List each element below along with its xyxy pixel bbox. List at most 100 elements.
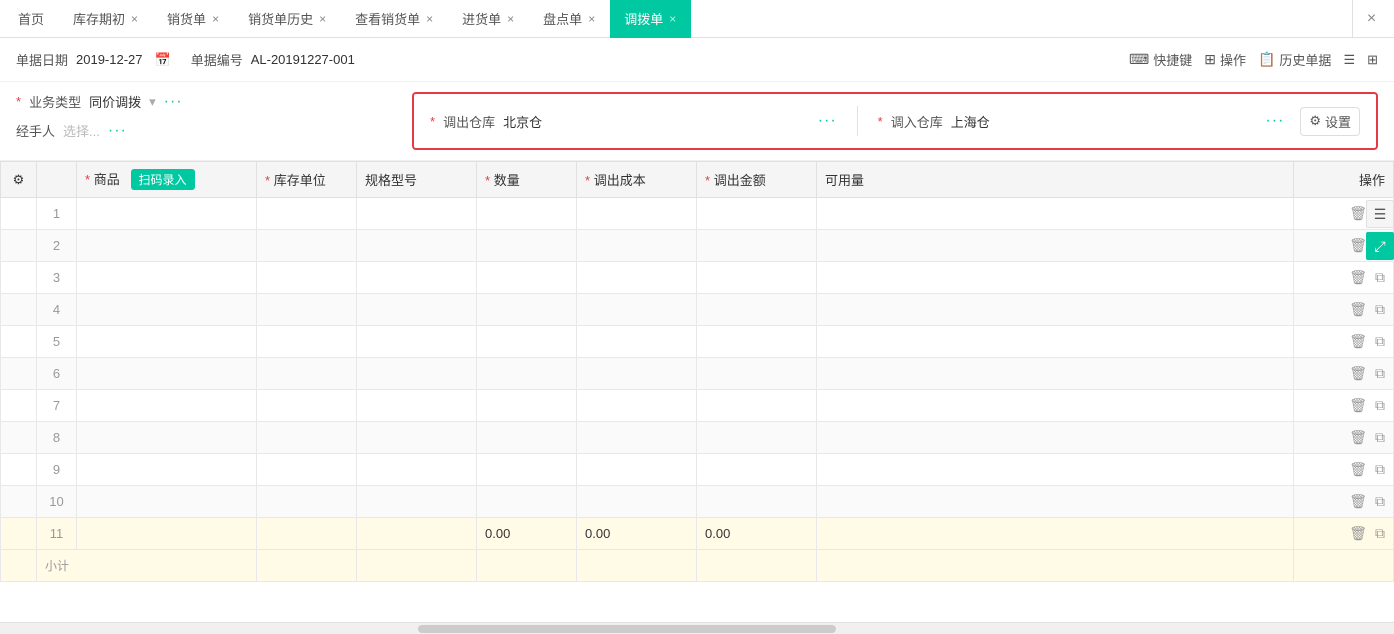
delete-icon[interactable]: 🗑 xyxy=(1349,525,1367,542)
col-unit: * 库存单位 xyxy=(257,162,357,198)
layout-list-button[interactable]: ☰ xyxy=(1343,52,1355,68)
tab-transfer-label: 调拨单 xyxy=(624,9,663,28)
delete-icon[interactable]: 🗑 xyxy=(1349,269,1367,286)
tab-inventory-check-label: 盘点单 xyxy=(543,9,582,28)
scrollbar-thumb[interactable] xyxy=(418,625,836,633)
layout-grid-button[interactable]: ⊞ xyxy=(1367,52,1378,68)
operation-label: 操作 xyxy=(1220,50,1246,69)
form-area: * 业务类型 同价调拨 ▾ ··· 经手人 选择... ··· * 调出仓库 北… xyxy=(0,82,1394,161)
table-row: 8 🗑⧉ xyxy=(1,422,1394,454)
scan-button[interactable]: 扫码录入 xyxy=(131,169,195,190)
tab-view-sales-label: 查看销货单 xyxy=(355,9,420,28)
delete-icon[interactable]: 🗑 xyxy=(1349,333,1367,350)
row-1-available xyxy=(817,198,1294,230)
chevron-down-icon[interactable]: ▾ xyxy=(149,94,156,110)
tab-inventory-init-label: 库存期初 xyxy=(73,9,125,28)
row-1-amount[interactable] xyxy=(697,198,817,230)
calendar-icon[interactable]: 📅 xyxy=(155,52,171,68)
close-icon[interactable]: × xyxy=(131,12,138,26)
warehouse-in-value[interactable]: 上海仓 xyxy=(951,112,990,131)
shortcut-button[interactable]: ⌨ 快捷键 xyxy=(1129,50,1192,69)
copy-icon[interactable]: ⧉ xyxy=(1375,333,1385,350)
close-icon[interactable]: × xyxy=(507,12,514,26)
table-header: ⚙ * 商品 扫码录入 * 库存单位 规格型 xyxy=(1,162,1394,198)
copy-icon[interactable]: ⧉ xyxy=(1375,269,1385,286)
row-2-spec[interactable] xyxy=(357,230,477,262)
warehouse-in-more-icon[interactable]: ··· xyxy=(1265,112,1284,130)
history-button[interactable]: 📋 历史单据 xyxy=(1258,50,1331,69)
delete-icon[interactable]: 🗑 xyxy=(1349,237,1367,254)
warehouse-divider xyxy=(857,106,858,136)
right-tool-expand-button[interactable]: ⤢ xyxy=(1366,232,1394,260)
tab-transfer[interactable]: 调拨单 × xyxy=(610,0,691,38)
doc-no-value: AL-20191227-001 xyxy=(251,52,355,67)
right-tool-list-button[interactable]: ☰ xyxy=(1366,200,1394,228)
main-content: ⚙ * 商品 扫码录入 * 库存单位 规格型 xyxy=(0,161,1394,634)
col-gear[interactable]: ⚙ xyxy=(1,162,37,198)
right-tools: ☰ ⤢ xyxy=(1366,200,1394,260)
col-unit-label: 库存单位 xyxy=(274,173,326,188)
warehouse-in-section: * 调入仓库 上海仓 ··· xyxy=(878,112,1285,131)
row-2-unit[interactable] xyxy=(257,230,357,262)
copy-icon[interactable]: ⧉ xyxy=(1375,525,1385,542)
row-2-amount[interactable] xyxy=(697,230,817,262)
tab-sales-history[interactable]: 销货单历史 × xyxy=(234,0,341,38)
delete-icon[interactable]: 🗑 xyxy=(1349,205,1367,222)
close-icon[interactable]: × xyxy=(588,12,595,26)
tab-home[interactable]: 首页 xyxy=(4,0,59,38)
handler-placeholder[interactable]: 选择... xyxy=(63,121,100,140)
subtotal-row: 11 0.00 0.00 0.00 🗑⧉ xyxy=(1,518,1394,550)
window-close-button[interactable]: × xyxy=(1352,0,1390,38)
table-container: ⚙ * 商品 扫码录入 * 库存单位 规格型 xyxy=(0,161,1394,622)
copy-icon[interactable]: ⧉ xyxy=(1375,461,1385,478)
delete-icon[interactable]: 🗑 xyxy=(1349,493,1367,510)
row-1-qty[interactable] xyxy=(477,198,577,230)
close-icon[interactable]: × xyxy=(212,12,219,26)
delete-icon[interactable]: 🗑 xyxy=(1349,429,1367,446)
delete-icon[interactable]: 🗑 xyxy=(1349,397,1367,414)
handler-more-icon[interactable]: ··· xyxy=(108,122,127,140)
row-2-cost[interactable] xyxy=(577,230,697,262)
close-icon[interactable]: × xyxy=(426,12,433,26)
col-row-num xyxy=(37,162,77,198)
copy-icon[interactable]: ⧉ xyxy=(1375,365,1385,382)
copy-icon[interactable]: ⧉ xyxy=(1375,429,1385,446)
col-spec: 规格型号 xyxy=(357,162,477,198)
delete-icon[interactable]: 🗑 xyxy=(1349,461,1367,478)
col-available: 可用量 xyxy=(817,162,1294,198)
date-field: 单据日期 2019-12-27 📅 xyxy=(16,50,171,69)
col-action: 操作 xyxy=(1294,162,1394,198)
more-options-icon[interactable]: ··· xyxy=(164,93,183,111)
horizontal-scrollbar[interactable] xyxy=(0,622,1394,634)
row-11-num: 11 xyxy=(37,518,77,550)
delete-icon[interactable]: 🗑 xyxy=(1349,365,1367,382)
tab-sales-order[interactable]: 销货单 × xyxy=(153,0,234,38)
business-type-value[interactable]: 同价调拨 xyxy=(89,92,141,111)
warehouse-out-value[interactable]: 北京仓 xyxy=(503,112,542,131)
row-1-unit[interactable] xyxy=(257,198,357,230)
row-1-spec[interactable] xyxy=(357,198,477,230)
copy-icon[interactable]: ⧉ xyxy=(1375,397,1385,414)
tab-inventory-check[interactable]: 盘点单 × xyxy=(529,0,610,38)
col-amount: * 调出金额 xyxy=(697,162,817,198)
close-icon[interactable]: × xyxy=(319,12,326,26)
operation-button[interactable]: ⊞ 操作 xyxy=(1204,50,1246,69)
warehouse-out-more-icon[interactable]: ··· xyxy=(818,112,837,130)
settings-button[interactable]: ⚙ 设置 xyxy=(1300,107,1360,136)
tab-inventory-init[interactable]: 库存期初 × xyxy=(59,0,153,38)
close-icon[interactable]: × xyxy=(669,12,676,26)
row-2-qty[interactable] xyxy=(477,230,577,262)
copy-icon[interactable]: ⧉ xyxy=(1375,301,1385,318)
row-1-product[interactable] xyxy=(77,198,257,230)
row-2-product[interactable] xyxy=(77,230,257,262)
tab-purchase[interactable]: 进货单 × xyxy=(448,0,529,38)
col-qty-label: 数量 xyxy=(494,173,520,188)
table-row: 6 🗑⧉ xyxy=(1,358,1394,390)
row-1-cost[interactable] xyxy=(577,198,697,230)
required-star-in: * xyxy=(878,114,883,129)
delete-icon[interactable]: 🗑 xyxy=(1349,301,1367,318)
tab-view-sales[interactable]: 查看销货单 × xyxy=(341,0,448,38)
operation-icon: ⊞ xyxy=(1204,51,1216,68)
col-product-label: 商品 xyxy=(94,172,120,187)
copy-icon[interactable]: ⧉ xyxy=(1375,493,1385,510)
